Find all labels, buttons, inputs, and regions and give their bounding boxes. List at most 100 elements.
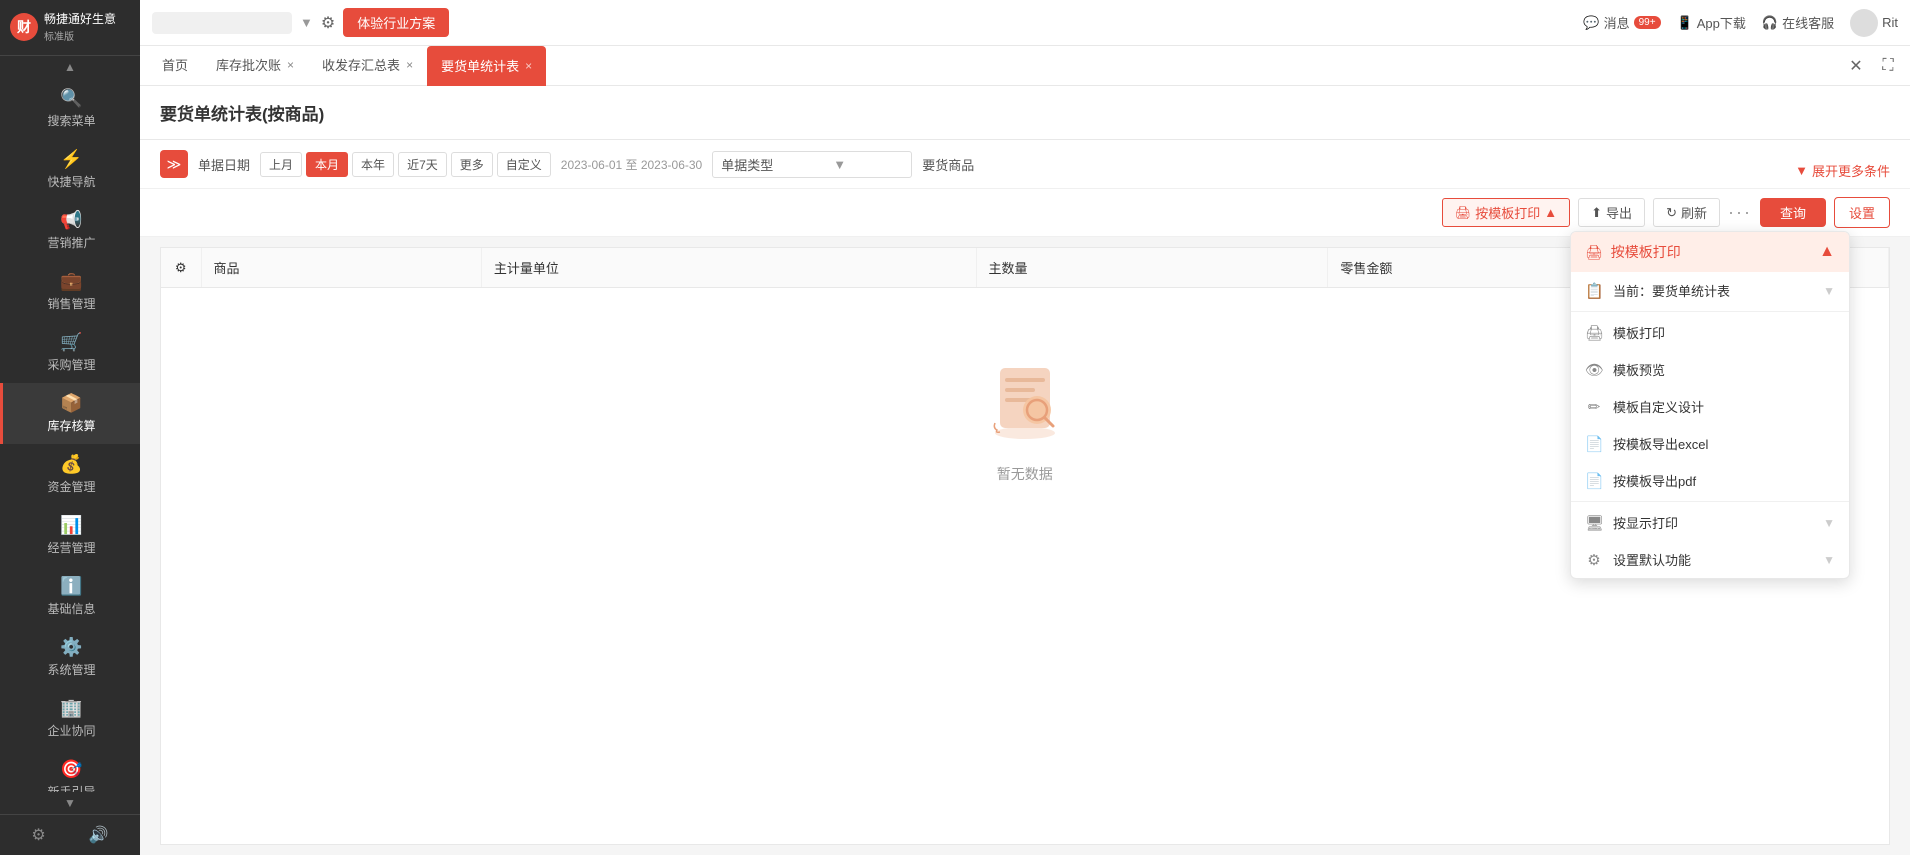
shortcut-icon: ⚡ — [60, 149, 82, 170]
sound-footer-icon[interactable]: 🔊 — [89, 825, 109, 845]
app-download-action[interactable]: 📱 App下载 — [1677, 13, 1746, 32]
refresh-btn[interactable]: ↻ 刷新 — [1653, 198, 1720, 227]
settings-footer-icon[interactable]: ⚙ — [31, 825, 45, 845]
query-btn[interactable]: 查询 — [1760, 198, 1826, 227]
user-name: Rit — [1882, 15, 1898, 30]
tab-collection-close[interactable]: × — [406, 58, 413, 72]
col-settings[interactable]: ⚙ — [161, 248, 201, 288]
more-actions-icon[interactable]: ··· — [1728, 202, 1752, 223]
sidebar-item-marketing[interactable]: 📢 营销推广 — [0, 200, 140, 261]
sidebar-scroll-down[interactable]: ▼ — [0, 792, 140, 814]
print-chevron-icon: ▲ — [1544, 205, 1557, 220]
dropdown-item-template-print[interactable]: 🖨 模板打印 — [1571, 314, 1849, 351]
date-filter-label: 单据日期 — [198, 155, 250, 174]
date-7days-btn[interactable]: 近7天 — [398, 152, 447, 177]
document-type-select[interactable]: 单据类型 ▼ — [712, 151, 912, 178]
sidebar-item-system[interactable]: ⚙️ 系统管理 — [0, 627, 140, 688]
marketing-icon: 📢 — [60, 210, 82, 231]
topbar-chevron-icon[interactable]: ▼ — [300, 15, 313, 30]
export-btn[interactable]: ⬆ 导出 — [1578, 198, 1645, 227]
logo-icon: 财 — [10, 13, 38, 41]
dropdown-current-template[interactable]: 📋 当前：要货单统计表 ▼ — [1571, 272, 1849, 309]
dropdown-item-display-print[interactable]: 🖥 按显示打印 ▼ — [1571, 504, 1849, 541]
tab-collection[interactable]: 收发存汇总表 × — [308, 46, 427, 86]
print-template-btn[interactable]: 🖨 按模板打印 ▲ — [1442, 198, 1570, 227]
topbar-settings-icon[interactable]: ⚙ — [321, 13, 335, 33]
sidebar-item-operation[interactable]: 📊 经营管理 — [0, 505, 140, 566]
dropdown-divider-1 — [1571, 311, 1849, 312]
date-prev-month-btn[interactable]: 上月 — [260, 152, 302, 177]
online-service-action[interactable]: 🎧 在线客服 — [1762, 13, 1834, 32]
date-custom-btn[interactable]: 自定义 — [497, 152, 551, 177]
purchase-icon: 🛒 — [60, 332, 82, 353]
sidebar-item-basic[interactable]: ℹ️ 基础信息 — [0, 566, 140, 627]
sidebar-item-inventory[interactable]: 📦 库存核算 — [0, 383, 140, 444]
sidebar-item-newbie[interactable]: 🎯 新手引导 — [0, 749, 140, 792]
page-header: 要货单统计表(按商品) — [140, 86, 1910, 140]
user-avatar-action[interactable]: Rit — [1850, 9, 1898, 37]
tab-batch-label: 库存批次账 — [216, 55, 281, 74]
tab-home[interactable]: 首页 — [148, 46, 202, 86]
dropdown-item-export-excel[interactable]: 📄 按模板导出excel — [1571, 425, 1849, 462]
default-func-arrow: ▼ — [1823, 553, 1835, 567]
trial-button[interactable]: 体验行业方案 — [343, 8, 449, 37]
filter-expand-button[interactable]: ≫ — [160, 150, 188, 178]
message-label: 消息 — [1604, 13, 1630, 32]
tab-close-window-btn[interactable]: ✕ — [1842, 52, 1870, 80]
table-settings-btn[interactable]: 设置 — [1834, 197, 1890, 228]
sidebar-item-shortcut[interactable]: ⚡ 快捷导航 — [0, 139, 140, 200]
tab-batch-close[interactable]: × — [287, 58, 294, 72]
sidebar-item-search[interactable]: 🔍 搜索菜单 — [0, 78, 140, 139]
message-action[interactable]: 💬 消息 99+ — [1583, 13, 1660, 32]
sidebar-item-sales[interactable]: 💼 销售管理 — [0, 261, 140, 322]
newbie-icon: 🎯 — [60, 759, 82, 780]
display-print-icon: 🖥 — [1585, 514, 1603, 532]
tab-batch[interactable]: 库存批次账 × — [202, 46, 308, 86]
date-more-btn[interactable]: 更多 — [451, 152, 493, 177]
expand-icon: ▼ — [1795, 163, 1808, 178]
main-content: ▼ ⚙ 体验行业方案 💬 消息 99+ 📱 App下载 🎧 在线客服 Rit — [140, 0, 1910, 855]
sidebar-item-finance[interactable]: 💰 资金管理 — [0, 444, 140, 505]
dropdown-item-default-func[interactable]: ⚙ 设置默认功能 ▼ — [1571, 541, 1849, 578]
export-label: 导出 — [1606, 203, 1632, 222]
date-current-month-btn[interactable]: 本月 — [306, 152, 348, 177]
tab-demand[interactable]: 要货单统计表 × — [427, 46, 546, 86]
sidebar-item-label: 搜索菜单 — [47, 112, 95, 129]
sidebar-item-label: 营销推广 — [47, 234, 95, 251]
date-current-year-btn[interactable]: 本年 — [352, 152, 394, 177]
app-logo: 财 畅捷通好生意 标准版 — [0, 0, 140, 56]
sidebar-item-label: 销售管理 — [47, 295, 95, 312]
dropdown-item-export-pdf[interactable]: 📄 按模板导出pdf — [1571, 462, 1849, 499]
demand-goods-label: 要货商品 — [922, 155, 974, 174]
col-unit: 主计量单位 — [481, 248, 976, 288]
operation-icon: 📊 — [60, 515, 82, 536]
topbar-search-input[interactable] — [152, 12, 292, 34]
topbar-actions: 💬 消息 99+ 📱 App下载 🎧 在线客服 Rit — [1583, 9, 1898, 37]
tabs-right-actions: ✕ ⛶ — [1842, 52, 1902, 80]
sidebar-item-enterprise[interactable]: 🏢 企业协同 — [0, 688, 140, 749]
default-func-icon: ⚙ — [1585, 551, 1603, 569]
display-print-arrow: ▼ — [1823, 516, 1835, 530]
app-version: 标准版 — [44, 28, 116, 43]
app-download-icon: 📱 — [1677, 15, 1693, 31]
page-body: 要货单统计表(按商品) ≫ 单据日期 上月 本月 本年 近7天 更多 自定义 2… — [140, 86, 1910, 855]
tab-demand-label: 要货单统计表 — [441, 56, 519, 75]
user-avatar — [1850, 9, 1878, 37]
empty-illustration — [975, 348, 1075, 448]
dropdown-item-template-preview[interactable]: 👁 模板预览 — [1571, 351, 1849, 388]
sidebar-item-purchase[interactable]: 🛒 采购管理 — [0, 322, 140, 383]
online-service-label: 在线客服 — [1782, 13, 1834, 32]
template-preview-label: 模板预览 — [1613, 360, 1665, 379]
inventory-icon: 📦 — [60, 393, 82, 414]
app-name: 畅捷通好生意 — [44, 12, 116, 28]
refresh-label: 刷新 — [1681, 203, 1707, 222]
empty-text: 暂无数据 — [997, 464, 1053, 484]
tab-demand-close[interactable]: × — [525, 59, 532, 73]
dropdown-collapse-icon[interactable]: ▲ — [1819, 243, 1835, 261]
expand-conditions-btn[interactable]: ▼ 展开更多条件 — [1795, 161, 1890, 180]
export-pdf-label: 按模板导出pdf — [1613, 471, 1696, 490]
tab-expand-btn[interactable]: ⛶ — [1874, 52, 1902, 80]
sidebar-item-label: 系统管理 — [47, 661, 95, 678]
sidebar-scroll-up[interactable]: ▲ — [0, 56, 140, 78]
dropdown-item-template-design[interactable]: ✏ 模板自定义设计 — [1571, 388, 1849, 425]
